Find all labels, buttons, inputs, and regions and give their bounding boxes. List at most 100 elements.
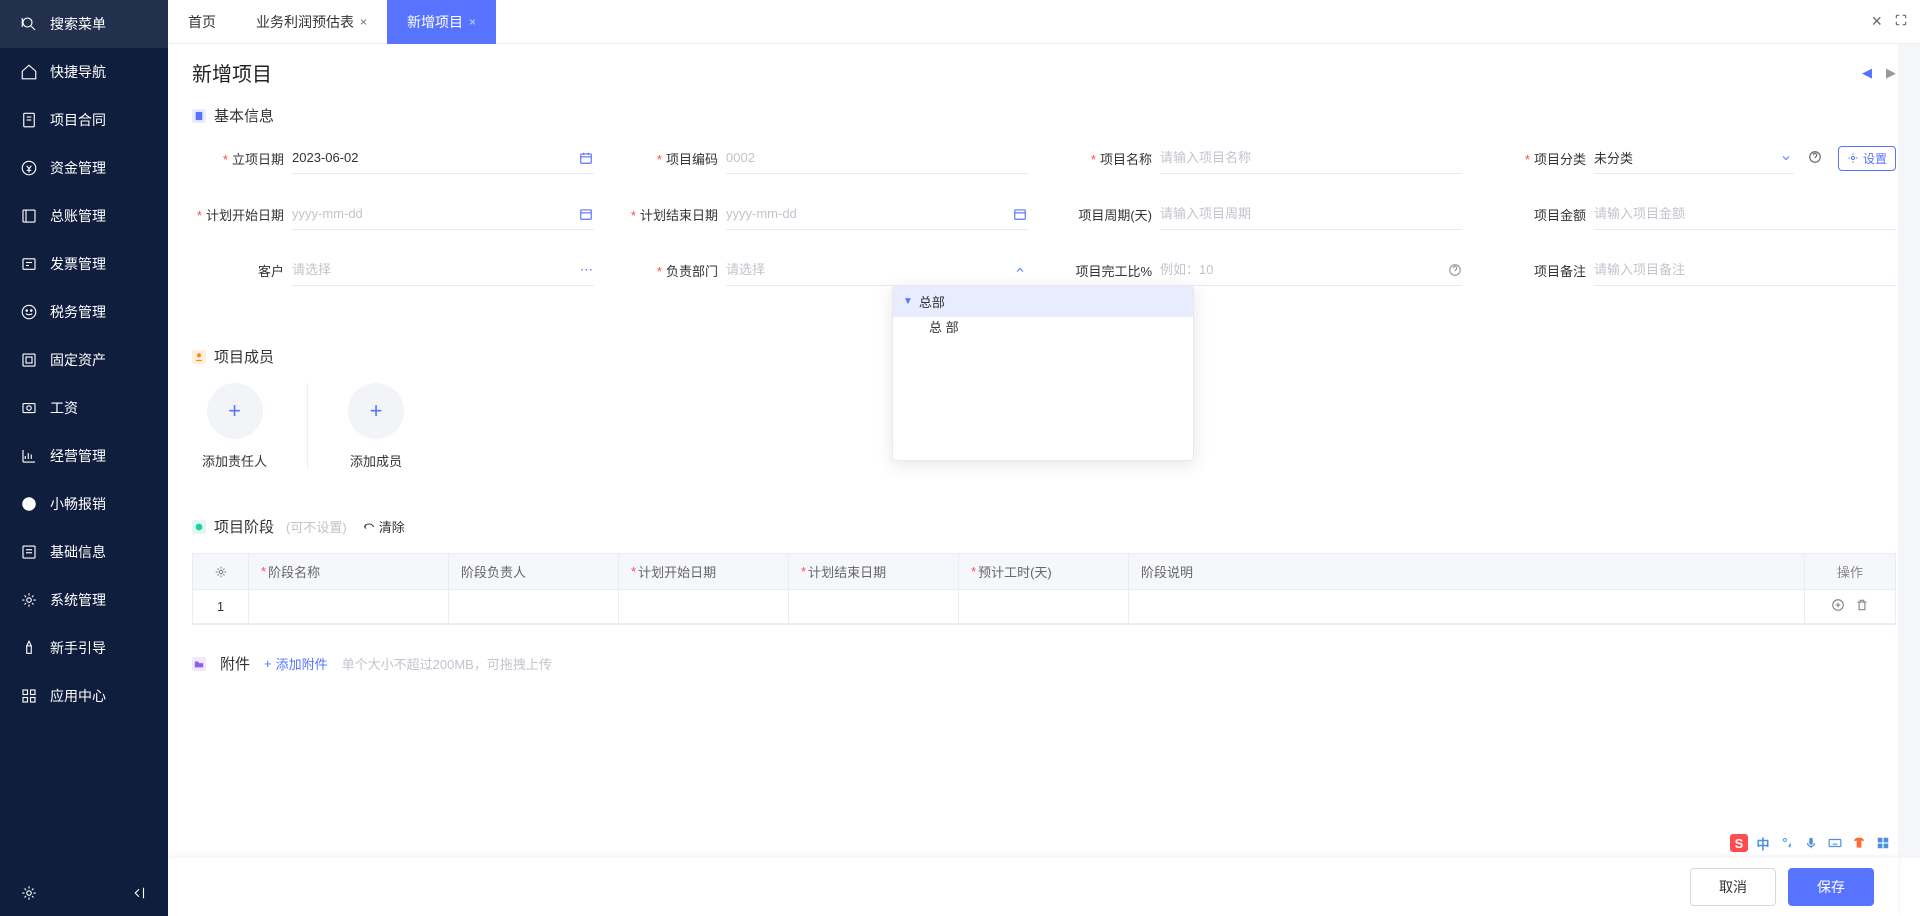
sidebar-item-business[interactable]: 经营管理: [0, 432, 168, 480]
tab-new-project[interactable]: 新增项目 ×: [387, 0, 496, 44]
dropdown-root-item[interactable]: ▼ 总部: [893, 286, 1193, 317]
sidebar-item-tax[interactable]: 税务管理: [0, 288, 168, 336]
info-icon: [20, 543, 38, 561]
cell-hours[interactable]: [959, 590, 1129, 624]
col-op: 操作: [1805, 554, 1895, 590]
sidebar-item-quicknav[interactable]: 快捷导航: [0, 48, 168, 96]
sidebar-item-system[interactable]: 系统管理: [0, 576, 168, 624]
col-start: 计划开始日期: [619, 554, 789, 590]
search-menu[interactable]: 搜索菜单: [0, 0, 168, 48]
more-icon[interactable]: ⋯: [579, 262, 594, 278]
clear-button[interactable]: 清除: [363, 517, 405, 536]
calendar-icon[interactable]: [1013, 206, 1028, 222]
label-code: 项目编码: [626, 149, 718, 168]
input-dept[interactable]: [726, 254, 1028, 286]
input-period[interactable]: [1160, 198, 1462, 230]
input-init-date[interactable]: 2023-06-02: [292, 142, 594, 174]
ime-mic-icon[interactable]: [1802, 834, 1820, 852]
input-completion[interactable]: [1160, 254, 1462, 286]
dept-dropdown[interactable]: ▼ 总部 总 部: [892, 285, 1194, 461]
text-input[interactable]: [1594, 262, 1896, 277]
ime-toolbox-icon[interactable]: [1874, 834, 1892, 852]
text-input[interactable]: [1160, 262, 1441, 277]
input-amount[interactable]: [1594, 198, 1896, 230]
chevron-down-icon[interactable]: [1778, 150, 1794, 166]
help-icon[interactable]: [1447, 262, 1462, 278]
tab-home[interactable]: 首页: [168, 0, 236, 44]
input-name[interactable]: [1160, 142, 1462, 174]
sidebar-item-assets[interactable]: 固定资产: [0, 336, 168, 384]
ime-skin-icon[interactable]: [1850, 834, 1868, 852]
text-input[interactable]: [726, 206, 1013, 221]
text-input[interactable]: [726, 150, 1028, 165]
text-input[interactable]: [1160, 150, 1462, 165]
input-remark[interactable]: [1594, 254, 1896, 286]
sidebar-item-project-contract[interactable]: 项目合同: [0, 96, 168, 144]
prev-icon[interactable]: ◀: [1862, 65, 1872, 81]
add-attachment-label: 添加附件: [276, 654, 328, 673]
tab-profit-estimate[interactable]: 业务利润预估表 ×: [236, 0, 387, 44]
ime-sogou-icon[interactable]: S: [1730, 834, 1748, 852]
delete-row-icon[interactable]: [1855, 598, 1869, 615]
tab-label: 业务利润预估表: [256, 12, 354, 32]
close-all-icon[interactable]: ×: [1871, 11, 1882, 32]
sidebar-label: 总账管理: [50, 206, 106, 226]
input-start-date[interactable]: [292, 198, 594, 230]
section-bullet-icon: [192, 350, 206, 364]
dropdown-child-item[interactable]: 总 部: [893, 317, 1193, 339]
cell-name[interactable]: [249, 590, 449, 624]
close-icon[interactable]: ×: [360, 15, 367, 29]
settings-icon[interactable]: [20, 884, 38, 902]
calendar-icon[interactable]: [578, 150, 594, 166]
cell-start[interactable]: [619, 590, 789, 624]
text-input[interactable]: [726, 262, 1013, 277]
label-amount: 项目金额: [1494, 205, 1586, 224]
add-row-icon[interactable]: [1831, 598, 1845, 615]
col-gear[interactable]: [193, 554, 249, 590]
sidebar-item-basic-info[interactable]: 基础信息: [0, 528, 168, 576]
close-icon[interactable]: ×: [469, 15, 476, 29]
sidebar-item-invoice[interactable]: 发票管理: [0, 240, 168, 288]
cell-owner[interactable]: [449, 590, 619, 624]
ime-cn-icon[interactable]: 中: [1754, 834, 1772, 852]
sidebar-item-funds[interactable]: 资金管理: [0, 144, 168, 192]
sidebar-item-guide[interactable]: 新手引导: [0, 624, 168, 672]
input-code[interactable]: [726, 142, 1028, 174]
text-input[interactable]: [292, 206, 579, 221]
chevron-up-icon[interactable]: [1013, 262, 1028, 278]
section-bullet-icon: [192, 657, 206, 671]
next-icon[interactable]: ▶: [1886, 65, 1896, 81]
cancel-button[interactable]: 取消: [1690, 868, 1776, 906]
member-label: 添加责任人: [202, 451, 267, 470]
add-responsible-button[interactable]: +: [207, 383, 263, 439]
cell-end[interactable]: [789, 590, 959, 624]
text-input[interactable]: [1160, 206, 1462, 221]
sidebar-item-salary[interactable]: 工资: [0, 384, 168, 432]
sidebar-item-reimburse[interactable]: C 小畅报销: [0, 480, 168, 528]
add-member-button[interactable]: +: [348, 383, 404, 439]
fullscreen-icon[interactable]: [1894, 13, 1908, 30]
text-input[interactable]: [1594, 206, 1896, 221]
help-icon[interactable]: [1808, 150, 1822, 167]
add-attachment-button[interactable]: +添加附件: [264, 654, 328, 673]
caret-down-icon[interactable]: ▼: [903, 296, 913, 307]
input-customer[interactable]: ⋯: [292, 254, 594, 286]
text-input[interactable]: [292, 262, 579, 277]
sidebar-label: 基础信息: [50, 542, 106, 562]
settings-button[interactable]: 设置: [1838, 146, 1896, 171]
section-heading: 项目成员: [214, 346, 274, 367]
label-period: 项目周期(天): [1060, 205, 1152, 224]
cell-desc[interactable]: [1129, 590, 1805, 624]
save-button[interactable]: 保存: [1788, 868, 1874, 906]
collapse-icon[interactable]: [130, 884, 148, 902]
ime-punct-icon[interactable]: °،: [1778, 834, 1796, 852]
input-category[interactable]: 未分类: [1594, 142, 1794, 174]
label-remark: 项目备注: [1494, 261, 1586, 280]
ime-keyboard-icon[interactable]: [1826, 834, 1844, 852]
calendar-icon[interactable]: [579, 206, 594, 222]
section-title-basic: 基本信息: [192, 97, 1896, 142]
sidebar-item-ledger[interactable]: 总账管理: [0, 192, 168, 240]
sidebar-item-apps[interactable]: 应用中心: [0, 672, 168, 720]
input-end-date[interactable]: [726, 198, 1028, 230]
asset-icon: [20, 351, 38, 369]
